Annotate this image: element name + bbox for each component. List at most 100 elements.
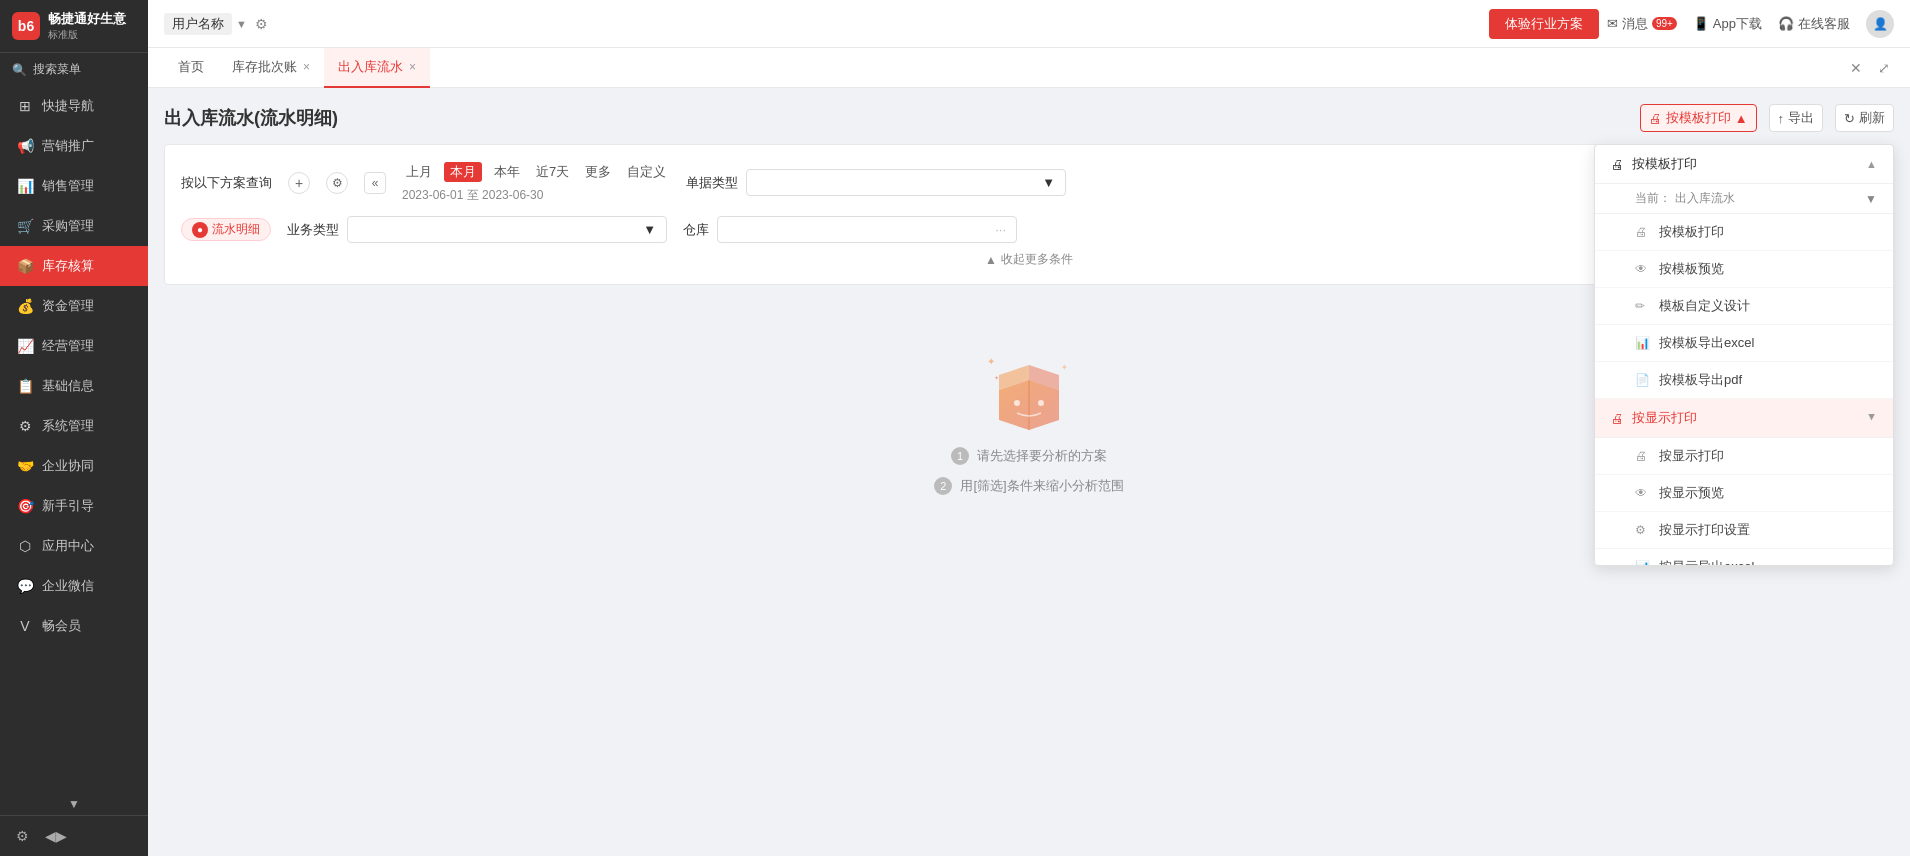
sidebar-item-app-center[interactable]: ⬡应用中心: [0, 526, 148, 566]
sidebar-item-inventory[interactable]: 📦库存核算: [0, 246, 148, 286]
display-export-excel-item[interactable]: 📊 按显示导出excel: [1595, 549, 1893, 565]
template-custom-item-label: 模板自定义设计: [1659, 297, 1750, 315]
filter-add-button[interactable]: +: [288, 172, 310, 194]
tab-batch[interactable]: 库存批次账×: [218, 48, 324, 88]
date-tab-自定义[interactable]: 自定义: [623, 161, 670, 183]
date-tab-上月[interactable]: 上月: [402, 161, 436, 183]
sidebar-item-quick-nav[interactable]: ⊞快捷导航: [0, 86, 148, 126]
display-settings-icon: ⚙: [1635, 522, 1651, 538]
warehouse-more-icon: ···: [995, 222, 1006, 237]
display-print-item[interactable]: 🖨 按显示打印: [1595, 438, 1893, 475]
nav-icon-membership: V: [16, 618, 34, 634]
template-print-section-label: 按模板打印: [1632, 155, 1697, 173]
display-section-arrow: ▲: [1866, 412, 1877, 424]
business-type-select[interactable]: ▼: [347, 216, 667, 243]
filter-tag-icon: ●: [192, 222, 208, 238]
date-tab-本年[interactable]: 本年: [490, 161, 524, 183]
page-content: 出入库流水(流水明细) 🖨 按模板打印 ▲ ↑ 导出 ↻ 刷新: [148, 88, 1910, 856]
type-filter: 单据类型 ▼: [686, 169, 1066, 196]
header-user-dropdown-icon[interactable]: ▼: [236, 18, 247, 30]
sidebar-collapse-icon[interactable]: ◀▶: [45, 828, 67, 844]
nav-label-operations: 经营管理: [42, 337, 94, 355]
date-tab-近7天[interactable]: 近7天: [532, 161, 573, 183]
template-print-item[interactable]: 🖨 按模板打印: [1595, 214, 1893, 251]
tab-close-flow[interactable]: ×: [409, 61, 416, 73]
template-print-section-header[interactable]: 🖨 按模板打印 ▲: [1595, 145, 1893, 184]
sidebar-search[interactable]: 🔍 搜索菜单: [0, 53, 148, 86]
nav-label-inventory: 库存核算: [42, 257, 94, 275]
refresh-button[interactable]: ↻ 刷新: [1835, 104, 1894, 132]
tab-flow[interactable]: 出入库流水×: [324, 48, 430, 88]
sidebar-item-enterprise[interactable]: 🤝企业协同: [0, 446, 148, 486]
date-filter: 上月本月本年近7天更多自定义 2023-06-01 至 2023-06-30: [402, 161, 670, 204]
business-type-label: 业务类型: [287, 221, 339, 239]
collapse-button[interactable]: ▲ 收起更多条件: [985, 251, 1073, 268]
display-section-header-left: 🖨 按显示打印: [1611, 409, 1697, 427]
nav-icon-marketing: 📢: [16, 138, 34, 154]
nav-icon-wecom: 💬: [16, 578, 34, 594]
page-header: 出入库流水(流水明细) 🖨 按模板打印 ▲ ↑ 导出 ↻ 刷新: [164, 104, 1894, 132]
message-item[interactable]: ✉ 消息 99+: [1607, 15, 1677, 33]
filter-collapse-button[interactable]: «: [364, 172, 386, 194]
template-print-button[interactable]: 🖨 按模板打印 ▲: [1640, 104, 1757, 132]
app-download-item[interactable]: 📱 App下载: [1693, 15, 1762, 33]
settings-icon[interactable]: ⚙: [16, 828, 29, 844]
export-button[interactable]: ↑ 导出: [1769, 104, 1824, 132]
sidebar-scroll-down[interactable]: ▼: [0, 793, 148, 815]
sidebar-item-system[interactable]: ⚙系统管理: [0, 406, 148, 446]
display-preview-item[interactable]: 👁 按显示预览: [1595, 475, 1893, 512]
warehouse-label: 仓库: [683, 221, 709, 239]
business-type-wrap: 业务类型 ▼: [287, 216, 667, 243]
close-tab-icon[interactable]: ✕: [1846, 56, 1866, 80]
display-print-settings-item[interactable]: ⚙ 按显示打印设置: [1595, 512, 1893, 549]
current-value: 出入库流水: [1675, 190, 1735, 207]
sidebar-item-guide[interactable]: 🎯新手引导: [0, 486, 148, 526]
sidebar-item-base-info[interactable]: 📋基础信息: [0, 366, 148, 406]
page-title: 出入库流水(流水明细): [164, 106, 338, 130]
nav-label-sales: 销售管理: [42, 177, 94, 195]
template-print-label: 按模板打印: [1666, 109, 1731, 127]
print-icon: 🖨: [1649, 111, 1662, 126]
template-export-excel-label: 按模板导出excel: [1659, 334, 1754, 352]
warehouse-select[interactable]: ···: [717, 216, 1017, 243]
sidebar-item-finance[interactable]: 💰资金管理: [0, 286, 148, 326]
trial-button[interactable]: 体验行业方案: [1489, 9, 1599, 39]
sidebar-item-operations[interactable]: 📈经营管理: [0, 326, 148, 366]
sidebar-item-marketing[interactable]: 📢 营销推广: [0, 126, 148, 166]
type-dropdown-icon: ▼: [1042, 175, 1055, 190]
template-export-pdf-item[interactable]: 📄 按模板导出pdf: [1595, 362, 1893, 399]
template-preview-item-label: 按模板预览: [1659, 260, 1724, 278]
sidebar-item-purchase[interactable]: 🛒采购管理: [0, 206, 148, 246]
template-custom-item[interactable]: ✏ 模板自定义设计: [1595, 288, 1893, 325]
sidebar-item-wecom[interactable]: 💬企业微信: [0, 566, 148, 606]
nav-icon-system: ⚙: [16, 418, 34, 434]
sidebar-item-membership[interactable]: V畅会员: [0, 606, 148, 646]
template-export-excel-item[interactable]: 📊 按模板导出excel: [1595, 325, 1893, 362]
type-select[interactable]: ▼: [746, 169, 1066, 196]
expand-tab-icon[interactable]: ⤢: [1874, 56, 1894, 80]
header-gear-icon[interactable]: ⚙: [255, 16, 268, 32]
user-avatar[interactable]: 👤: [1866, 10, 1894, 38]
tab-home[interactable]: 首页: [164, 48, 218, 88]
date-tab-本月[interactable]: 本月: [444, 162, 482, 182]
sidebar-logo: b6 畅捷通好生意 标准版: [0, 0, 148, 53]
app-subtitle: 标准版: [48, 28, 126, 42]
display-print-section-header[interactable]: 🖨 按显示打印 ▲: [1595, 399, 1893, 438]
main-area: 用户名称 ▼ ⚙ 体验行业方案 ✉ 消息 99+ 📱 App下载 🎧 在线客服 …: [148, 0, 1910, 856]
online-service-item[interactable]: 🎧 在线客服: [1778, 15, 1850, 33]
date-tab-更多[interactable]: 更多: [581, 161, 615, 183]
sidebar-item-sales[interactable]: 📊 销售管理: [0, 166, 148, 206]
nav-label-finance: 资金管理: [42, 297, 94, 315]
nav-label-marketing: 营销推广: [42, 137, 94, 155]
tab-close-batch[interactable]: ×: [303, 61, 310, 73]
export-icon: ↑: [1778, 111, 1785, 126]
filter-settings-button[interactable]: ⚙: [326, 172, 348, 194]
app-logo-text: 畅捷通好生意 标准版: [48, 10, 126, 42]
nav-icon-sales: 📊: [16, 178, 34, 194]
business-type-dropdown-icon: ▼: [643, 222, 656, 237]
refresh-label: 刷新: [1859, 109, 1885, 127]
template-print-item-label: 按模板打印: [1659, 223, 1724, 241]
template-preview-item[interactable]: 👁 按模板预览: [1595, 251, 1893, 288]
step-2-num: 2: [934, 477, 952, 495]
svg-text:✦: ✦: [1061, 363, 1068, 372]
